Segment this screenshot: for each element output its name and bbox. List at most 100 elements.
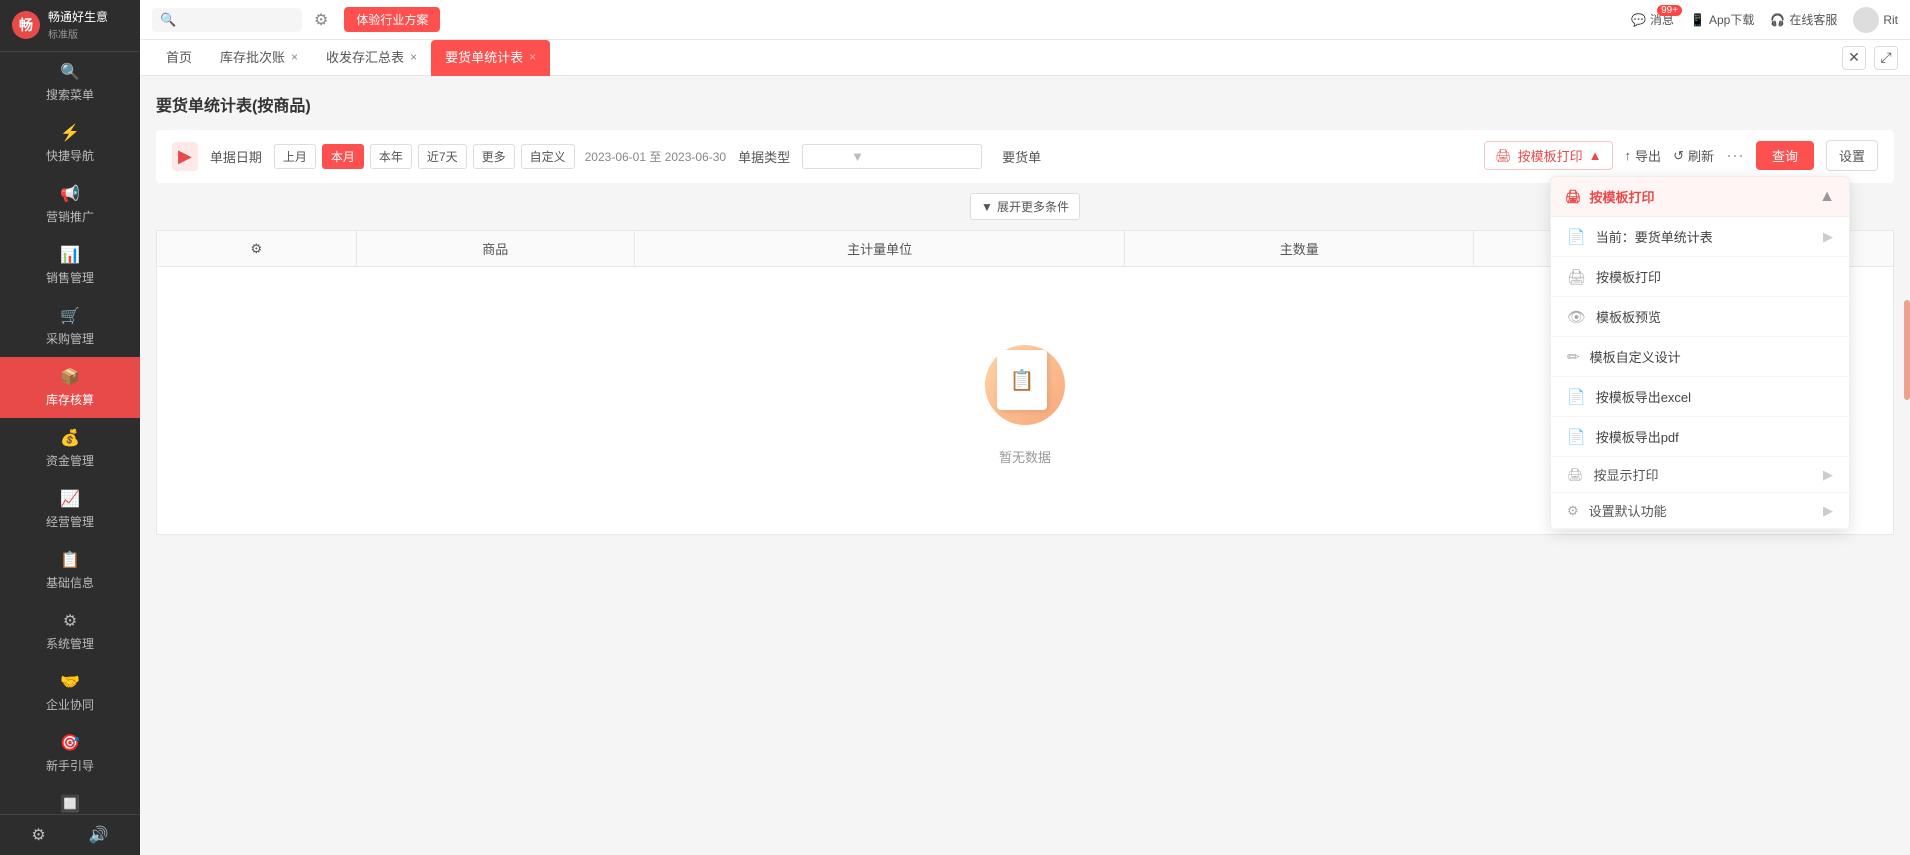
tpd-template-pdf[interactable]: 📄 按模板导出pdf — [1551, 417, 1849, 457]
sidebar-item-newbie[interactable]: 🎯 新手引导 — [0, 723, 140, 784]
app-download-label: App下载 — [1709, 11, 1754, 28]
export-label: 导出 — [1635, 146, 1661, 165]
date-options-group: 上月 本月 本年 近7天 更多 自定义 2023-06-01 至 2023-06… — [274, 144, 726, 169]
filter-expand-icon[interactable]: ▶ — [172, 142, 198, 171]
sidebar-item-system[interactable]: ⚙ 系统管理 — [0, 601, 140, 662]
tpd-current-icon: 📄 — [1567, 228, 1586, 246]
search-bar[interactable]: 🔍 — [152, 8, 302, 32]
sidebar-item-label: 新手引导 — [46, 757, 94, 774]
settings-icon[interactable]: ⚙ — [31, 825, 45, 845]
tab-home[interactable]: 首页 — [152, 40, 206, 76]
sidebar-item-operations[interactable]: 📈 经营管理 — [0, 479, 140, 540]
sidebar-item-label: 系统管理 — [46, 635, 94, 652]
date-btn-last-month[interactable]: 上月 — [274, 144, 316, 169]
sidebar-item-purchase[interactable]: 🛒 采购管理 — [0, 296, 140, 357]
scrollbar-indicator[interactable] — [1904, 300, 1910, 400]
sidebar-item-label: 资金管理 — [46, 452, 94, 469]
query-button[interactable]: 查询 — [1756, 141, 1814, 170]
basics-icon: 📋 — [60, 550, 80, 570]
tpd-default-function[interactable]: ⚙ 设置默认功能 ▶ — [1551, 493, 1849, 529]
date-filter-label: 单据日期 — [210, 147, 262, 166]
sidebar: 畅 畅通好生意 标准版 🔍 搜索菜单 ⚡ 快捷导航 📢 营销推广 📊 销售管理 … — [0, 0, 140, 855]
refresh-icon: ↺ — [1673, 148, 1684, 164]
refresh-btn[interactable]: ↺ 刷新 — [1673, 146, 1714, 165]
sidebar-logo: 畅 畅通好生意 标准版 — [0, 0, 140, 52]
sidebar-item-app-center[interactable]: 🔲 应用中心 — [0, 784, 140, 814]
tab-inventory-batch[interactable]: 库存批次账 × — [206, 40, 312, 76]
tpd-current-item[interactable]: 📄 当前：要货单统计表 ▶ — [1551, 217, 1849, 257]
username: Rit — [1883, 13, 1898, 27]
tabbar-actions: ✕ ⤢ — [1842, 46, 1898, 70]
date-btn-this-month[interactable]: 本月 — [322, 144, 364, 169]
date-btn-custom[interactable]: 自定义 — [521, 144, 575, 169]
tabbar: 首页 库存批次账 × 收发存汇总表 × 要货单统计表 × ✕ ⤢ — [140, 40, 1910, 76]
tpd-template-custom[interactable]: ✏ 模板自定义设计 — [1551, 337, 1849, 377]
col-product: 商品 — [356, 231, 634, 267]
tpd-template-print[interactable]: 🖨 按模板打印 — [1551, 257, 1849, 297]
app-center-icon: 🔲 — [60, 794, 80, 814]
sidebar-item-enterprise[interactable]: 🤝 企业协同 — [0, 662, 140, 723]
volume-icon[interactable]: 🔊 — [89, 825, 109, 845]
online-service-item[interactable]: 🎧 在线客服 — [1770, 11, 1837, 28]
date-btn-7days[interactable]: 近7天 — [418, 144, 467, 169]
industry-btn[interactable]: 体验行业方案 — [344, 7, 440, 32]
search-icon: 🔍 — [160, 12, 176, 28]
tab-receipt-summary[interactable]: 收发存汇总表 × — [312, 40, 431, 76]
sidebar-item-label: 经营管理 — [46, 513, 94, 530]
date-btn-this-year[interactable]: 本年 — [370, 144, 412, 169]
template-print-btn[interactable]: 🖨 按模板打印 ▲ — [1484, 141, 1612, 170]
message-icon: 💬 — [1631, 13, 1646, 27]
tab-order-stats-close[interactable]: × — [529, 50, 536, 64]
sidebar-item-label: 销售管理 — [46, 269, 94, 286]
sidebar-item-search[interactable]: 🔍 搜索菜单 — [0, 52, 140, 113]
finance-icon: 💰 — [60, 428, 80, 448]
col-settings[interactable]: ⚙ — [157, 231, 357, 267]
tpd-template-excel-label: 按模板导出excel — [1596, 387, 1691, 406]
sidebar-nav: 🔍 搜索菜单 ⚡ 快捷导航 📢 营销推广 📊 销售管理 🛒 采购管理 📦 库存核… — [0, 52, 140, 814]
tpd-display-print[interactable]: 🖨 按显示打印 ▶ — [1551, 457, 1849, 493]
tab-home-label: 首页 — [166, 47, 192, 66]
sidebar-item-marketing[interactable]: 📢 营销推广 — [0, 174, 140, 235]
tab-order-stats-label: 要货单统计表 — [445, 47, 523, 66]
user-area[interactable]: Rit — [1853, 7, 1898, 33]
export-btn[interactable]: ↑ 导出 — [1625, 146, 1662, 165]
search-input[interactable] — [180, 13, 280, 27]
tpd-template-excel[interactable]: 📄 按模板导出excel — [1551, 377, 1849, 417]
chevron-down-icon: ▼ — [851, 149, 864, 164]
tab-receipt-summary-close[interactable]: × — [410, 50, 417, 64]
order-stat-label: 要货单 — [1002, 147, 1041, 166]
sidebar-item-label: 企业协同 — [46, 696, 94, 713]
tpd-template-print-label: 按模板打印 — [1596, 267, 1661, 286]
tab-expand-btn[interactable]: ⤢ — [1874, 46, 1898, 70]
tpd-close-btn[interactable]: ▲ — [1819, 188, 1835, 206]
sales-icon: 📊 — [60, 245, 80, 265]
expand-more-btn[interactable]: ▼ 展开更多条件 — [970, 193, 1080, 220]
purchase-icon: 🛒 — [60, 306, 80, 326]
sidebar-item-sales[interactable]: 📊 销售管理 — [0, 235, 140, 296]
message-badge: 99+ — [1657, 5, 1682, 16]
doc-type-select[interactable]: ▼ — [802, 144, 982, 169]
date-range-text: 2023-06-01 至 2023-06-30 — [585, 148, 726, 165]
avatar — [1853, 7, 1879, 33]
tab-close-btn[interactable]: ✕ — [1842, 46, 1866, 70]
app-download-item[interactable]: 📱 App下载 — [1690, 11, 1754, 28]
tab-inventory-batch-close[interactable]: × — [291, 50, 298, 64]
empty-text: 暂无数据 — [999, 447, 1051, 466]
tpd-display-print-label: 按显示打印 — [1594, 465, 1659, 484]
message-item[interactable]: 💬 消息 99+ — [1631, 11, 1674, 28]
more-btn[interactable]: ··· — [1726, 145, 1744, 166]
topbar-settings-icon[interactable]: ⚙ — [314, 10, 328, 30]
inventory-icon: 📦 — [60, 367, 80, 387]
tpd-template-preview-icon: 👁 — [1567, 308, 1586, 326]
table-settings-icon[interactable]: ⚙ — [251, 241, 263, 256]
sidebar-item-basics[interactable]: 📋 基础信息 — [0, 540, 140, 601]
date-btn-more[interactable]: 更多 — [473, 144, 515, 169]
tpd-template-print-icon: 🖨 — [1567, 268, 1586, 286]
tpd-template-preview[interactable]: 👁 模板板预览 — [1551, 297, 1849, 337]
sidebar-item-inventory[interactable]: 📦 库存核算 — [0, 357, 140, 418]
settings-button[interactable]: 设置 — [1826, 140, 1878, 171]
tab-order-stats[interactable]: 要货单统计表 × — [431, 40, 550, 76]
sidebar-item-finance[interactable]: 💰 资金管理 — [0, 418, 140, 479]
sidebar-item-quick-nav[interactable]: ⚡ 快捷导航 — [0, 113, 140, 174]
tpd-current-arrow: ▶ — [1823, 229, 1833, 245]
